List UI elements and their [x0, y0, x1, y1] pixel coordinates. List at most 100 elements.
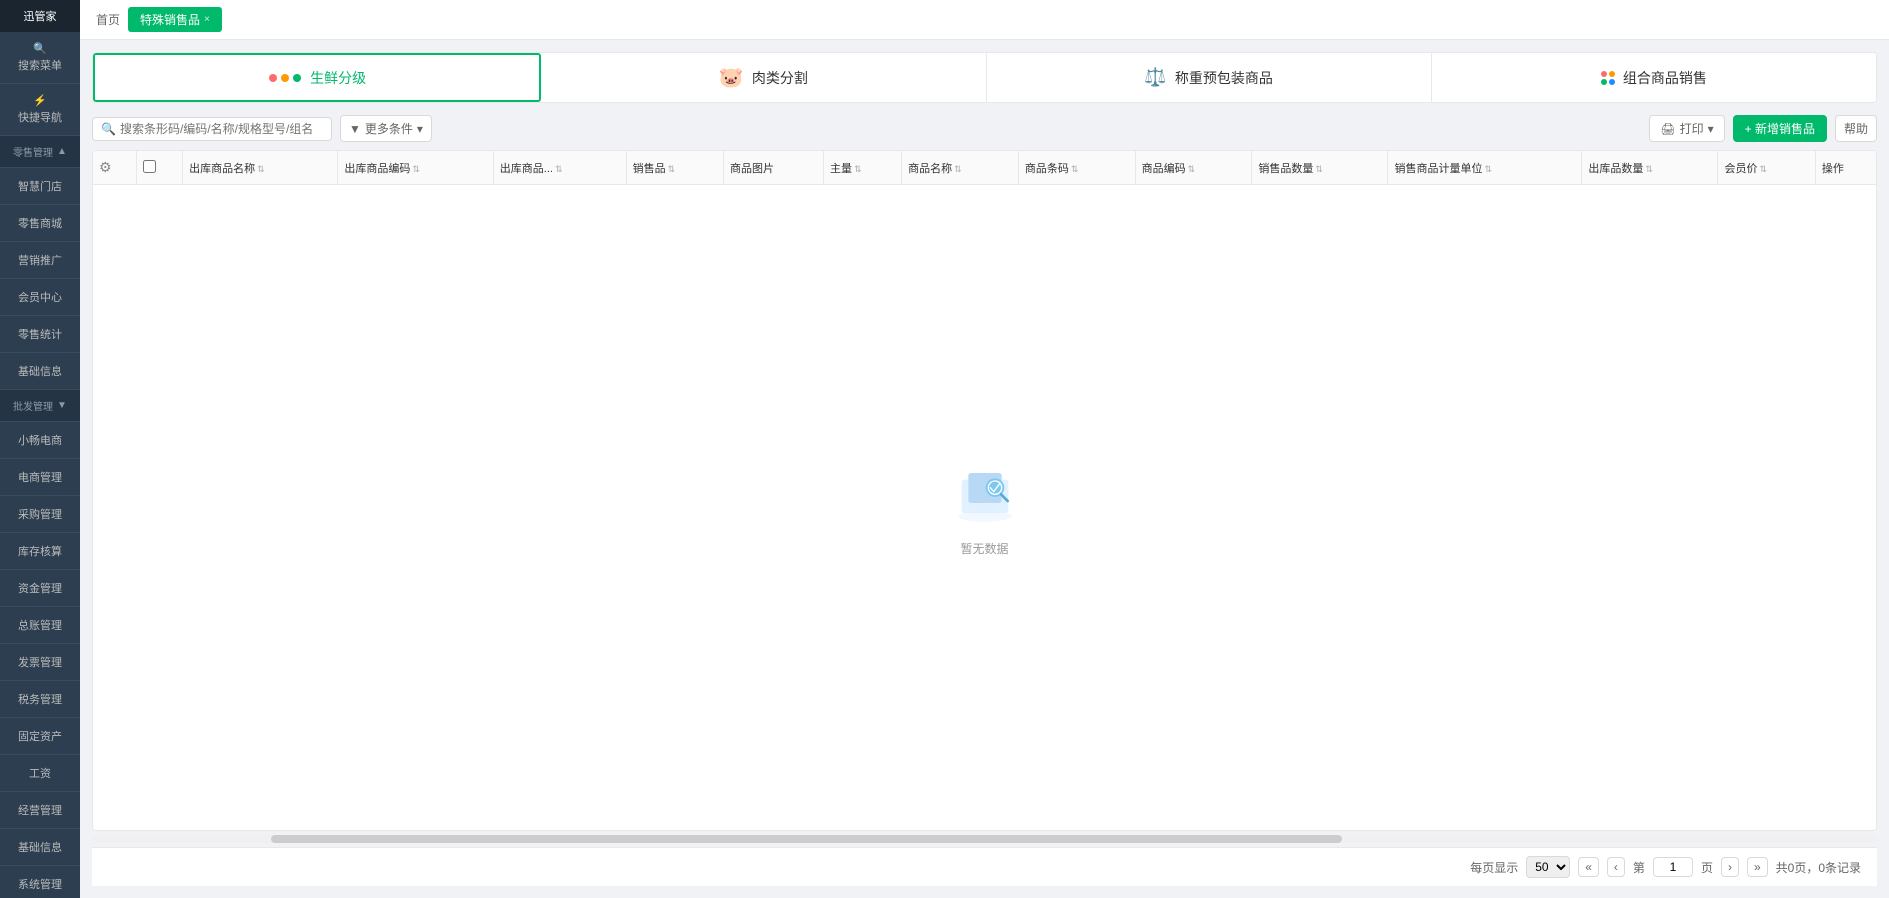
next-page-button[interactable]: › — [1721, 857, 1739, 877]
per-page-label: 每页显示 — [1470, 859, 1518, 876]
sidebar-item-retail-mgmt[interactable]: 零售管理 ▲ — [0, 136, 80, 168]
sidebar-item-system-mgmt[interactable]: 系统管理 — [0, 866, 80, 898]
search-box[interactable]: 🔍 — [92, 117, 332, 141]
search-input[interactable] — [120, 122, 323, 136]
sidebar-item-invoice-mgmt[interactable]: 发票管理 — [0, 644, 80, 681]
sidebar-item-sales-promo[interactable]: 营销推广 — [0, 242, 80, 279]
sidebar-item-purchase-mgmt[interactable]: 采购管理 — [0, 496, 80, 533]
col-main-weight: 主量⇅ — [824, 151, 902, 185]
col-sale-goods: 销售品⇅ — [626, 151, 723, 185]
sidebar-item-retail-mall[interactable]: 零售商城 — [0, 205, 80, 242]
page-input[interactable] — [1653, 857, 1693, 877]
tab-combo-sale-label: 组合商品销售 — [1623, 68, 1707, 88]
page-label: 第 — [1633, 859, 1645, 876]
sidebar-item-fixed-assets[interactable]: 固定资产 — [0, 718, 80, 755]
sidebar-item-operations-mgmt[interactable]: 经营管理 — [0, 792, 80, 829]
col-out-spec-label: 出库商品... — [500, 163, 553, 175]
col-goods-code-label: 商品编码 — [1142, 163, 1186, 175]
tab-fresh-grade-label: 生鲜分级 — [310, 68, 366, 88]
wholesale-mgmt-arrow-icon: ▼ — [57, 400, 67, 411]
sidebar-item-member-center[interactable]: 会员中心 — [0, 279, 80, 316]
tab-combo-sale[interactable]: 组合商品销售 — [1432, 53, 1876, 102]
add-label: + 新增销售品 — [1745, 120, 1815, 137]
sort-icon[interactable]: ⇅ — [668, 164, 676, 174]
per-page-select[interactable]: 50 — [1526, 856, 1570, 878]
first-page-button[interactable]: « — [1578, 857, 1599, 877]
sort-icon[interactable]: ⇅ — [1759, 164, 1767, 174]
last-page-button[interactable]: » — [1747, 857, 1768, 877]
hscroll-thumb[interactable] — [271, 835, 1342, 843]
sort-icon[interactable]: ⇅ — [1484, 164, 1492, 174]
sidebar-item-label: 营销推广 — [18, 252, 62, 268]
col-sale-goods-label: 销售品 — [633, 163, 666, 175]
col-sale-qty: 销售品数量⇅ — [1252, 151, 1388, 185]
col-gear[interactable]: ⚙ — [93, 151, 137, 185]
sort-icon[interactable]: ⇅ — [954, 164, 962, 174]
sidebar-item-tax-mgmt[interactable]: 税务管理 — [0, 681, 80, 718]
sidebar-item-capital-mgmt[interactable]: 资金管理 — [0, 570, 80, 607]
main-content: 首页 特殊销售品 × 生鲜分级 🐷 肉类分割 — [80, 0, 1889, 898]
filter-label: 更多条件 — [365, 120, 413, 137]
sidebar-item-label: 资金管理 — [18, 580, 62, 596]
hscroll-bar[interactable] — [92, 835, 1877, 843]
sidebar-item-basic-info[interactable]: 基础信息 — [0, 353, 80, 390]
sidebar-item-label: 搜索菜单 — [18, 57, 62, 73]
add-button[interactable]: + 新增销售品 — [1733, 115, 1827, 142]
sidebar-item-label: 电商管理 — [18, 469, 62, 485]
col-goods-name: 商品名称⇅ — [902, 151, 1019, 185]
page-body: 生鲜分级 🐷 肉类分割 ⚖️ 称重预包装商品 — [80, 40, 1889, 898]
col-member-price: 会员价⇅ — [1718, 151, 1815, 185]
col-out-name: 出库商品名称⇅ — [183, 151, 338, 185]
sort-icon[interactable]: ⇅ — [1645, 164, 1653, 174]
sidebar-item-quick-nav[interactable]: ⚡ 快捷导航 — [0, 84, 80, 136]
col-goods-img-label: 商品图片 — [730, 163, 774, 175]
total-label: 共0页，0条记录 — [1776, 859, 1861, 876]
col-goods-code: 商品编码⇅ — [1135, 151, 1252, 185]
col-checkbox[interactable] — [137, 151, 183, 185]
sort-icon[interactable]: ⇅ — [854, 164, 862, 174]
sidebar-item-labor[interactable]: 工资 — [0, 755, 80, 792]
topbar-home[interactable]: 首页 — [96, 11, 120, 28]
sidebar-item-label: 固定资产 — [18, 728, 62, 744]
col-sale-unit: 销售商品计量单位⇅ — [1388, 151, 1582, 185]
sort-icon[interactable]: ⇅ — [412, 164, 420, 174]
topbar-tab-close-icon[interactable]: × — [204, 14, 210, 25]
sort-icon[interactable]: ⇅ — [257, 164, 265, 174]
sidebar-item-label: 会员中心 — [18, 289, 62, 305]
sidebar-item-general-ledger[interactable]: 总账管理 — [0, 607, 80, 644]
sidebar-item-inventory-check[interactable]: 库存核算 — [0, 533, 80, 570]
print-button[interactable]: 🖨 打印 ▾ — [1649, 115, 1724, 142]
col-goods-barcode: 商品条码⇅ — [1018, 151, 1135, 185]
topbar-tab-label: 特殊销售品 — [140, 11, 200, 28]
filter-button[interactable]: ▼ 更多条件 ▾ — [340, 115, 432, 142]
sort-icon[interactable]: ⇅ — [1071, 164, 1079, 174]
help-button[interactable]: 帮助 — [1835, 115, 1877, 142]
sidebar-item-search-menu[interactable]: 🔍 搜索菜单 — [0, 32, 80, 84]
gear-icon[interactable]: ⚙ — [99, 159, 112, 175]
pagination: 每页显示 50 « ‹ 第 页 › » 共0页，0条记录 — [92, 847, 1877, 886]
sort-icon[interactable]: ⇅ — [1315, 164, 1323, 174]
sidebar-item-smart-store[interactable]: 智慧门店 — [0, 168, 80, 205]
sort-icon[interactable]: ⇅ — [555, 164, 563, 174]
col-goods-barcode-label: 商品条码 — [1025, 163, 1069, 175]
sidebar-item-label: 系统管理 — [18, 876, 62, 892]
topbar: 首页 特殊销售品 × — [80, 0, 1889, 40]
sidebar-item-basic-info2[interactable]: 基础信息 — [0, 829, 80, 866]
tab-meat-cut-label: 肉类分割 — [752, 68, 808, 88]
help-label: 帮助 — [1844, 122, 1868, 136]
sidebar-item-mini-ecom[interactable]: 小畅电商 — [0, 422, 80, 459]
select-all-checkbox[interactable] — [143, 160, 156, 173]
sidebar-item-retail-stats[interactable]: 零售统计 — [0, 316, 80, 353]
tab-fresh-grade[interactable]: 生鲜分级 — [93, 53, 541, 102]
sidebar-item-ecom-mgmt[interactable]: 电商管理 — [0, 459, 80, 496]
topbar-active-tab[interactable]: 特殊销售品 × — [128, 7, 222, 32]
tab-weight-prepack[interactable]: ⚖️ 称重预包装商品 — [987, 53, 1432, 102]
sidebar-item-wholesale-mgmt[interactable]: 批发管理 ▼ — [0, 390, 80, 422]
sort-icon[interactable]: ⇅ — [1188, 164, 1196, 174]
sidebar-item-label: 发票管理 — [18, 654, 62, 670]
tab-weight-prepack-label: 称重预包装商品 — [1175, 68, 1273, 88]
sidebar-item-label: 零售统计 — [18, 326, 62, 342]
tab-meat-cut[interactable]: 🐷 肉类分割 — [541, 53, 986, 102]
prev-page-button[interactable]: ‹ — [1607, 857, 1625, 877]
col-out-spec: 出库商品...⇅ — [493, 151, 626, 185]
